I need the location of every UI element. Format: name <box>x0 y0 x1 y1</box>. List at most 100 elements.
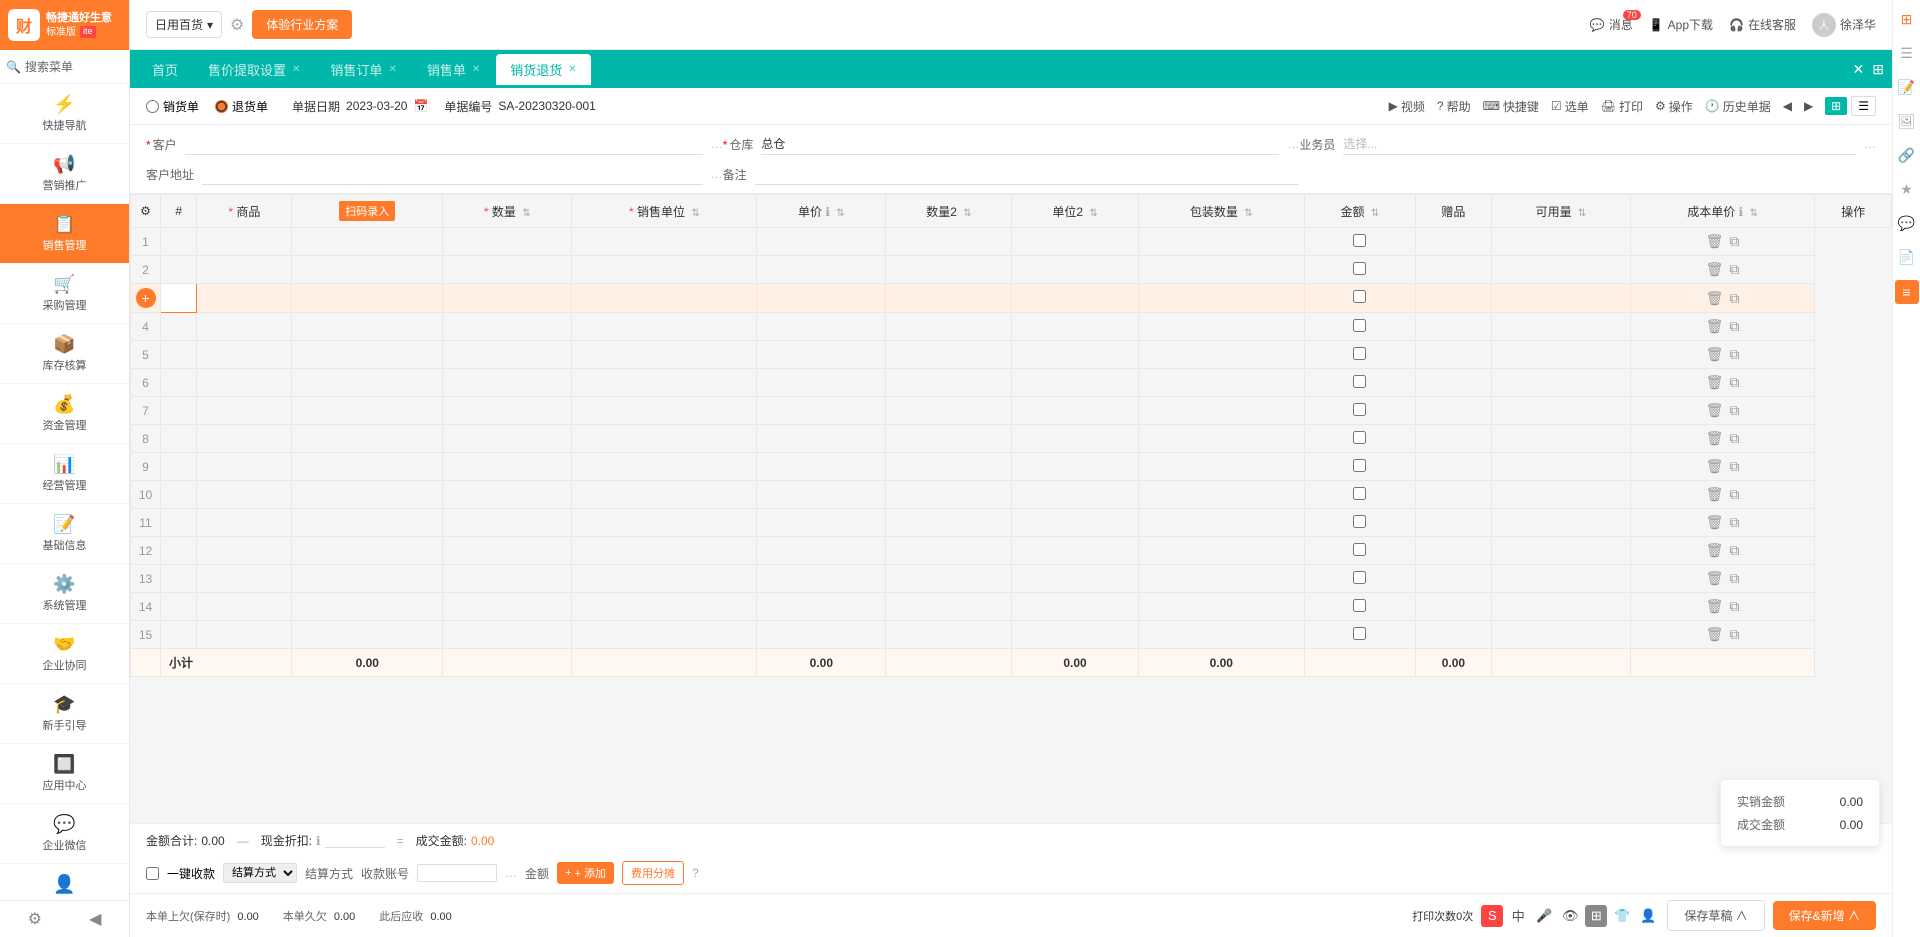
address-picker-btn[interactable]: … <box>711 167 723 181</box>
sidebar-item-inventory[interactable]: 📦 库存核算 <box>0 324 129 384</box>
close-window-btn[interactable]: ✕ <box>1853 61 1865 78</box>
account-picker-icon[interactable]: … <box>505 866 517 880</box>
gift-checkbox-11[interactable] <box>1353 515 1366 528</box>
gift-checkbox-3[interactable] <box>1353 290 1366 303</box>
operate-btn[interactable]: ⚙ 操作 <box>1655 98 1693 115</box>
tab-price-settings[interactable]: 售价提取设置 ✕ <box>194 54 314 85</box>
radio-input-return[interactable] <box>215 100 228 113</box>
right-sidebar-list-icon[interactable]: ☰ <box>1896 42 1918 64</box>
right-sidebar-star-icon[interactable]: ★ <box>1896 178 1918 200</box>
collapse-sidebar-btn[interactable]: ◀ <box>89 909 101 929</box>
gift-checkbox-10[interactable] <box>1353 487 1366 500</box>
sidebar-item-newbie[interactable]: 🎓 新手引导 <box>0 684 129 744</box>
row-11-copy-btn[interactable]: ⧉ <box>1729 514 1739 531</box>
row-3-delete-btn[interactable]: 🗑 <box>1706 290 1724 307</box>
warehouse-input[interactable]: 总仓 <box>761 133 1279 155</box>
gift-checkbox-13[interactable] <box>1353 571 1366 584</box>
calc-method-select[interactable]: 结算方式 <box>223 863 297 883</box>
salesperson-input[interactable]: 选择... <box>1343 133 1856 155</box>
sidebar-item-finance[interactable]: 💰 资金管理 <box>0 384 129 444</box>
list-view-btn[interactable]: ☰ <box>1851 96 1876 116</box>
video-btn[interactable]: ▶ 视频 <box>1389 98 1425 115</box>
row-9-delete-btn[interactable]: 🗑 <box>1706 458 1724 475</box>
icon-table[interactable]: ⊞ <box>1585 905 1607 927</box>
row-12-delete-btn[interactable]: 🗑 <box>1706 542 1724 559</box>
radio-sales-bill[interactable]: 销货单 <box>146 98 199 115</box>
th-settings[interactable]: ⚙ <box>131 195 161 228</box>
breadcrumb-select[interactable]: 日用百货 ▾ <box>146 11 222 38</box>
row-1-cost[interactable] <box>1492 228 1631 256</box>
gift-checkbox-1[interactable] <box>1353 234 1366 247</box>
icon-eye[interactable]: 👁 <box>1559 905 1581 927</box>
sidebar-item-purchase[interactable]: 🛒 采购管理 <box>0 264 129 324</box>
row-1-amount[interactable] <box>1138 228 1304 256</box>
sales-unit-sort-icon[interactable]: ⇅ <box>691 208 699 219</box>
radio-return-bill[interactable]: 退货单 <box>215 98 268 115</box>
row-14-delete-btn[interactable]: 🗑 <box>1706 598 1724 615</box>
quantity-sort-icon[interactable]: ⇅ <box>522 208 530 219</box>
radio-input-sales[interactable] <box>146 100 159 113</box>
select-btn[interactable]: ☑ 选单 <box>1551 98 1589 115</box>
account-input[interactable] <box>417 864 497 882</box>
row-1-pack[interactable] <box>1012 228 1138 256</box>
scan-input-btn[interactable]: 扫码录入 <box>339 201 395 221</box>
row-10-delete-btn[interactable]: 🗑 <box>1706 486 1724 503</box>
sidebar-item-sales[interactable]: 📋 销售管理 <box>0 204 129 264</box>
available-sort-icon[interactable]: ⇅ <box>1578 208 1586 219</box>
row-15-copy-btn[interactable]: ⧉ <box>1729 626 1739 643</box>
user-info[interactable]: 人 徐泽华 <box>1812 13 1876 37</box>
unit-price-sort-icon[interactable]: ⇅ <box>836 208 844 219</box>
row-2-copy-btn[interactable]: ⧉ <box>1729 261 1739 278</box>
expense-split-btn[interactable]: 费用分摊 <box>622 861 684 885</box>
gift-checkbox-7[interactable] <box>1353 403 1366 416</box>
row-7-copy-btn[interactable]: ⧉ <box>1729 402 1739 419</box>
right-sidebar-doc-icon[interactable]: 📄 <box>1896 246 1918 268</box>
sidebar-item-marketing[interactable]: 📢 营销推广 <box>0 144 129 204</box>
right-sidebar-link-icon[interactable]: 🔗 <box>1896 144 1918 166</box>
row-11-delete-btn[interactable]: 🗑 <box>1706 514 1724 531</box>
pack-sort-icon[interactable]: ⇅ <box>1244 208 1252 219</box>
row-5-delete-btn[interactable]: 🗑 <box>1706 346 1724 363</box>
sidebar-item-cooperation[interactable]: 🤝 企业协同 <box>0 624 129 684</box>
warehouse-picker-btn[interactable]: … <box>1287 137 1299 151</box>
history-btn[interactable]: 🕐 历史单据 <box>1705 98 1771 115</box>
icon-shirt[interactable]: 👕 <box>1611 905 1633 927</box>
gift-checkbox-8[interactable] <box>1353 431 1366 444</box>
gift-checkbox-6[interactable] <box>1353 375 1366 388</box>
right-sidebar-grid-icon[interactable]: ⊞ <box>1896 8 1918 30</box>
calendar-icon[interactable]: 📅 <box>413 99 428 113</box>
gift-checkbox-12[interactable] <box>1353 543 1366 556</box>
gift-checkbox-9[interactable] <box>1353 459 1366 472</box>
gift-checkbox-4[interactable] <box>1353 319 1366 332</box>
save-draft-btn[interactable]: 保存草稿 ∧ <box>1667 900 1764 931</box>
add-row-btn[interactable]: + <box>136 288 156 308</box>
row-3-copy-btn[interactable]: ⧉ <box>1729 290 1739 307</box>
row-6-copy-btn[interactable]: ⧉ <box>1729 374 1739 391</box>
add-expense-btn[interactable]: + + 添加 <box>557 862 614 884</box>
settings-bottom-btn[interactable]: ⚙ <box>28 909 42 929</box>
row-2-product[interactable] <box>161 256 197 284</box>
row-15-delete-btn[interactable]: 🗑 <box>1706 626 1724 643</box>
tab-home[interactable]: 首页 <box>138 54 192 85</box>
sidebar-item-member[interactable]: 👤 畅会员 <box>0 864 129 900</box>
app-download-btn[interactable]: 📱 App下载 <box>1649 16 1713 33</box>
salesperson-picker-btn[interactable]: … <box>1864 137 1876 151</box>
row-3-product[interactable] <box>161 284 197 313</box>
qty2-sort-icon[interactable]: ⇅ <box>963 208 971 219</box>
sidebar-item-operations[interactable]: 📊 经营管理 <box>0 444 129 504</box>
row-12-copy-btn[interactable]: ⧉ <box>1729 542 1739 559</box>
icon-s[interactable]: S <box>1481 905 1503 927</box>
trial-button[interactable]: 体验行业方案 <box>252 10 352 39</box>
right-sidebar-chat-icon[interactable]: 💬 <box>1896 212 1918 234</box>
customer-input[interactable] <box>185 133 703 155</box>
gift-checkbox-15[interactable] <box>1353 627 1366 640</box>
gear-settings-icon[interactable]: ⚙ <box>230 15 244 35</box>
row-13-copy-btn[interactable]: ⧉ <box>1729 570 1739 587</box>
row-1-product[interactable] <box>161 228 197 256</box>
prev-btn[interactable]: ◀ <box>1783 99 1792 113</box>
address-input[interactable] <box>202 163 703 185</box>
row-4-delete-btn[interactable]: 🗑 <box>1706 318 1724 335</box>
icon-mic[interactable]: 🎤 <box>1533 905 1555 927</box>
help-btn[interactable]: ? 帮助 <box>1437 98 1471 115</box>
cash-discount-input[interactable] <box>325 833 385 848</box>
